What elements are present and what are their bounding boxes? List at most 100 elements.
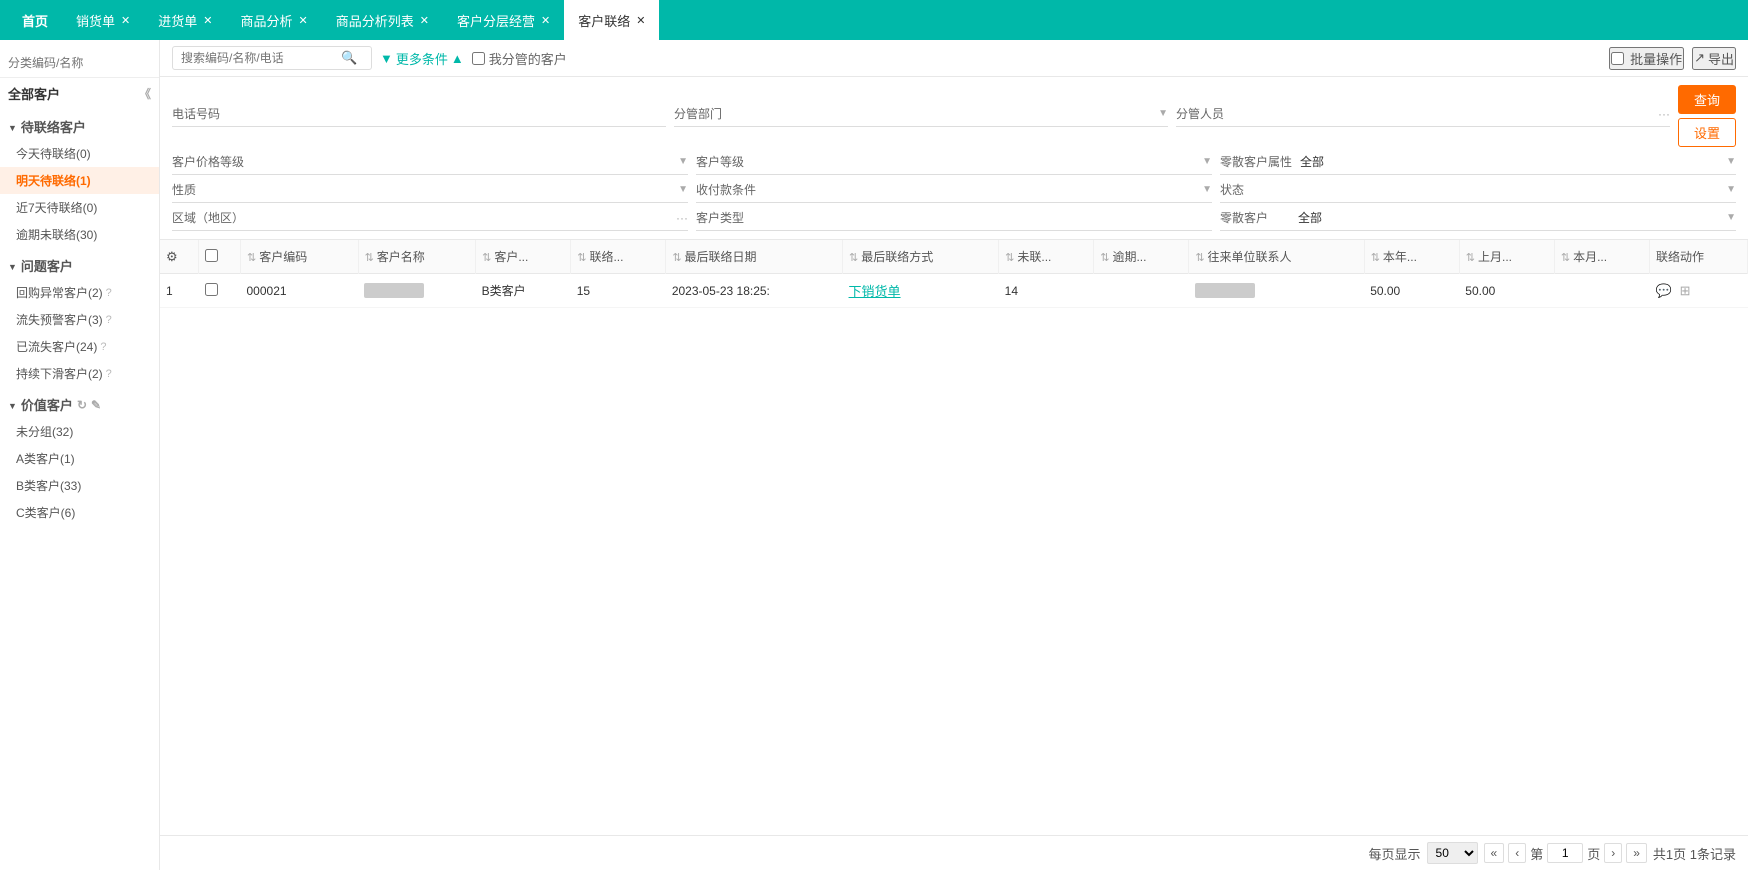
region-input[interactable] bbox=[252, 211, 672, 225]
close-sales-tab[interactable]: ✕ bbox=[121, 14, 130, 27]
grid-icon[interactable]: ⊞ bbox=[1680, 283, 1691, 299]
sort-icon-overdue[interactable]: ⇅ bbox=[1100, 252, 1109, 264]
chat-icon[interactable]: 💬 bbox=[1655, 283, 1671, 299]
col-last-method: ⇅最后联络方式 bbox=[843, 240, 999, 274]
type-select[interactable] bbox=[774, 211, 1212, 225]
close-product-analysis-tab[interactable]: ✕ bbox=[299, 14, 308, 27]
sidebar-search-input[interactable] bbox=[8, 56, 160, 70]
page-input[interactable] bbox=[1547, 843, 1583, 863]
status-select[interactable] bbox=[1298, 183, 1722, 197]
nav-sales[interactable]: 销货单 ✕ bbox=[62, 0, 144, 40]
batch-btn[interactable]: 批量操作 bbox=[1609, 47, 1684, 70]
sort-icon-date[interactable]: ⇅ bbox=[672, 252, 681, 264]
cell-unit-contact bbox=[1189, 274, 1364, 308]
value-expand-icon[interactable] bbox=[8, 397, 17, 412]
phone-input[interactable] bbox=[250, 107, 666, 121]
my-customers-checkbox[interactable] bbox=[472, 52, 485, 65]
prev-page-btn[interactable]: ‹ bbox=[1508, 843, 1526, 863]
per-page-select[interactable]: 50 100 200 bbox=[1427, 842, 1478, 864]
price-caret-icon: ▼ bbox=[678, 156, 688, 167]
search-button[interactable]: 🔍 bbox=[341, 50, 357, 66]
sidebar-all-customers[interactable]: 全部客户 《 bbox=[0, 78, 159, 109]
row-checkbox[interactable] bbox=[205, 283, 218, 296]
footer: 每页显示 50 100 200 « ‹ 第 页 › » 共1页 1条记录 bbox=[160, 835, 1748, 870]
sidebar-item-class-b[interactable]: B类客户(33) bbox=[0, 472, 159, 499]
value-refresh-icon[interactable]: ↻ bbox=[77, 398, 87, 412]
cell-this-year: 50.00 bbox=[1364, 274, 1459, 308]
filter-gender: 性质 ▼ bbox=[172, 181, 688, 203]
sidebar-item-week[interactable]: 近7天待联络(0) bbox=[0, 194, 159, 221]
query-btn[interactable]: 查询 bbox=[1678, 85, 1736, 114]
first-page-btn[interactable]: « bbox=[1484, 843, 1505, 863]
cell-code: 000021 bbox=[241, 274, 359, 308]
nav-product-analysis[interactable]: 商品分析 ✕ bbox=[226, 0, 321, 40]
person-dots-icon[interactable]: ··· bbox=[1658, 107, 1670, 121]
sidebar-item-overdue[interactable]: 逾期未联络(30) bbox=[0, 221, 159, 248]
settings-btn[interactable]: 设置 bbox=[1678, 118, 1736, 147]
sidebar-item-churn[interactable]: 流失预警客户(3) ? bbox=[0, 306, 159, 333]
sidebar-item-class-c[interactable]: C类客户(6) bbox=[0, 499, 159, 526]
sort-icon-type[interactable]: ⇅ bbox=[482, 252, 491, 264]
payment-select[interactable] bbox=[774, 183, 1198, 197]
select-all-checkbox[interactable] bbox=[205, 249, 218, 262]
sidebar-item-class-a[interactable]: A类客户(1) bbox=[0, 445, 159, 472]
close-contact-tab[interactable]: ✕ bbox=[636, 14, 645, 27]
gender-caret-icon: ▼ bbox=[678, 184, 688, 195]
sidebar-item-repurchase[interactable]: 回购异常客户(2) ? bbox=[0, 279, 159, 306]
filter-retail-attr: 零散客户属性 全部 ▼ bbox=[1220, 153, 1736, 175]
sort-icon-name[interactable]: ⇅ bbox=[365, 252, 374, 264]
sidebar-item-decline[interactable]: 持续下滑客户(2) ? bbox=[0, 360, 159, 387]
customer-table: ⚙ ⇅客户编码 ⇅客户名称 ⇅客户... ⇅联络... ⇅最后联络日期 ⇅最后联… bbox=[160, 240, 1748, 308]
sort-icon-lmonth[interactable]: ⇅ bbox=[1466, 252, 1475, 264]
sidebar-item-tomorrow[interactable]: 明天待联络(1) bbox=[0, 167, 159, 194]
nav-home[interactable]: 首页 bbox=[8, 0, 62, 40]
problem-expand-icon[interactable] bbox=[8, 258, 17, 273]
next-page-btn[interactable]: › bbox=[1604, 843, 1622, 863]
col-unit-contact: ⇅往来单位联系人 bbox=[1189, 240, 1364, 274]
sidebar-item-today[interactable]: 今天待联络(0) bbox=[0, 140, 159, 167]
col-settings: ⚙ bbox=[160, 240, 199, 274]
last-method-link[interactable]: 下销货单 bbox=[849, 284, 901, 299]
nav-customer-segment[interactable]: 客户分层经营 ✕ bbox=[443, 0, 564, 40]
col-type: ⇅客户... bbox=[476, 240, 571, 274]
filter-row-4: 区域（地区） ··· 客户类型 零散客户 全部 ▼ bbox=[172, 209, 1736, 231]
region-dots-icon[interactable]: ··· bbox=[676, 211, 688, 225]
gear-icon[interactable]: ⚙ bbox=[166, 249, 178, 264]
col-uncontacted: ⇅未联... bbox=[999, 240, 1094, 274]
nav-customer-contact[interactable]: 客户联络 ✕ bbox=[564, 0, 659, 40]
gender-select[interactable] bbox=[250, 183, 674, 197]
search-input[interactable] bbox=[181, 51, 341, 65]
sidebar-item-ungrouped[interactable]: 未分组(32) bbox=[0, 418, 159, 445]
close-product-list-tab[interactable]: ✕ bbox=[420, 14, 429, 27]
dept-caret-icon: ▼ bbox=[1158, 108, 1168, 119]
table-header-row: ⚙ ⇅客户编码 ⇅客户名称 ⇅客户... ⇅联络... ⇅最后联络日期 ⇅最后联… bbox=[160, 240, 1748, 274]
batch-checkbox[interactable] bbox=[1611, 52, 1624, 65]
sort-icon-year[interactable]: ⇅ bbox=[1371, 252, 1380, 264]
section-value: 价值客户 ↻ ✎ 未分组(32) A类客户(1) B类客户(33) C类客户(6… bbox=[0, 391, 159, 526]
price-level-select[interactable] bbox=[252, 155, 674, 169]
dept-select[interactable] bbox=[752, 107, 1154, 121]
sort-icon-contacts[interactable]: ⇅ bbox=[577, 252, 586, 264]
sort-icon-uncontacted[interactable]: ⇅ bbox=[1005, 252, 1014, 264]
customer-level-select[interactable] bbox=[774, 155, 1198, 169]
col-last-month: ⇅上月... bbox=[1459, 240, 1554, 274]
nav-product-list[interactable]: 商品分析列表 ✕ bbox=[322, 0, 443, 40]
sort-icon-code[interactable]: ⇅ bbox=[247, 252, 256, 264]
person-input[interactable] bbox=[1254, 107, 1654, 121]
close-purchase-tab[interactable]: ✕ bbox=[203, 14, 212, 27]
pending-expand-icon[interactable] bbox=[8, 119, 17, 134]
sort-icon-tmonth[interactable]: ⇅ bbox=[1561, 252, 1570, 264]
retail-attr-select[interactable]: 全部 bbox=[1300, 155, 1722, 169]
value-edit-icon[interactable]: ✎ bbox=[91, 398, 101, 412]
nav-purchase[interactable]: 进货单 ✕ bbox=[144, 0, 226, 40]
close-segment-tab[interactable]: ✕ bbox=[541, 14, 550, 27]
main-layout: 🔍 全部客户 《 待联络客户 今天待联络(0) 明天待联络(1) 近7天待联络(… bbox=[0, 40, 1748, 870]
retail-attr-caret-icon: ▼ bbox=[1726, 156, 1736, 167]
sidebar-item-lost[interactable]: 已流失客户(24) ? bbox=[0, 333, 159, 360]
export-btn[interactable]: ↗ 导出 bbox=[1692, 47, 1736, 70]
sort-icon-unit[interactable]: ⇅ bbox=[1195, 252, 1204, 264]
retail-select[interactable]: 全部 bbox=[1298, 211, 1722, 225]
more-filter-btn[interactable]: ▼ 更多条件 ▲ bbox=[380, 49, 464, 68]
last-page-btn[interactable]: » bbox=[1626, 843, 1647, 863]
sort-icon-method[interactable]: ⇅ bbox=[849, 252, 858, 264]
